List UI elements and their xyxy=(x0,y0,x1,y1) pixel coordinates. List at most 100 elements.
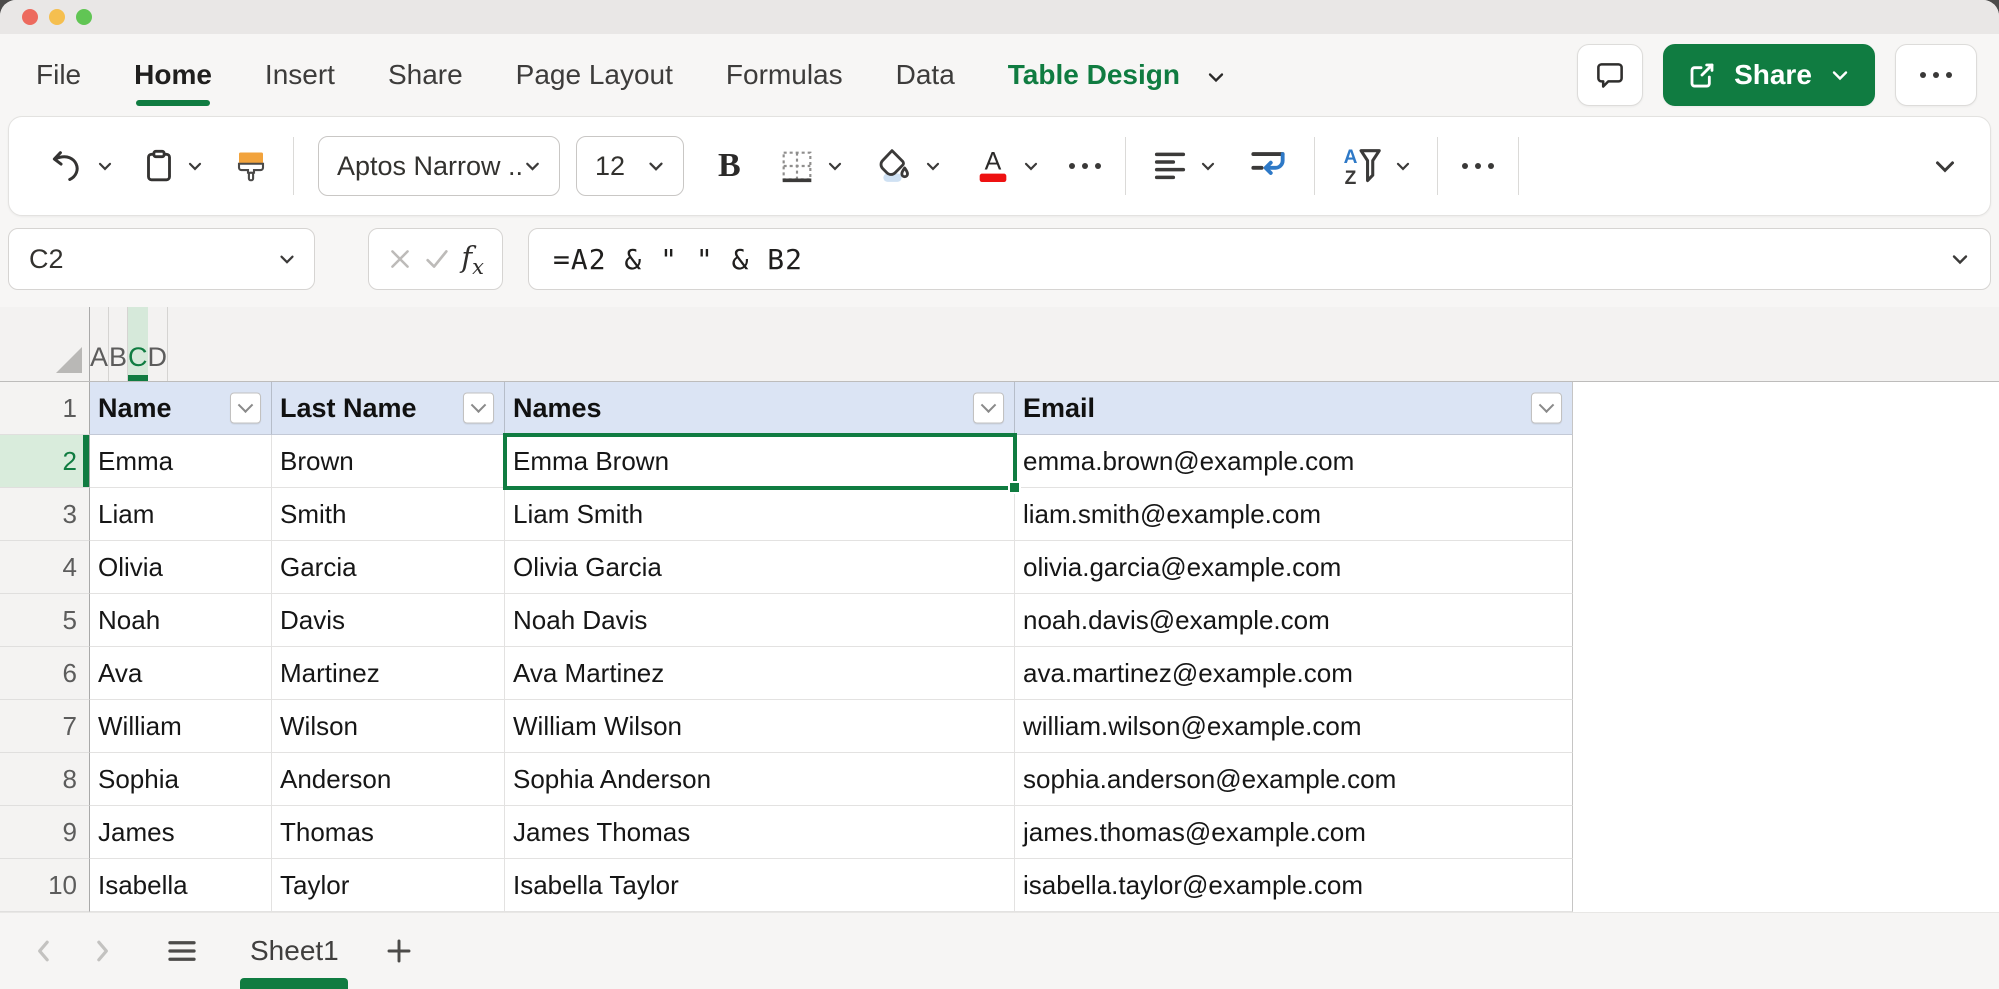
menu-tab-formulas[interactable]: Formulas xyxy=(726,53,843,97)
next-sheet-button[interactable] xyxy=(80,936,124,966)
empty-area[interactable] xyxy=(1573,806,1999,859)
close-window-button[interactable] xyxy=(22,9,38,25)
previous-sheet-button[interactable] xyxy=(22,936,66,966)
menu-tab-table-design[interactable]: Table Design xyxy=(1008,53,1228,97)
formula-input[interactable]: =A2 & " " & B2 xyxy=(528,228,1991,290)
row-header-7[interactable]: 7 xyxy=(0,700,90,753)
cell-C3[interactable]: Liam Smith xyxy=(505,488,1015,541)
cell-A10[interactable]: Isabella xyxy=(90,859,272,912)
row-header-6[interactable]: 6 xyxy=(0,647,90,700)
row-header-9[interactable]: 9 xyxy=(0,806,90,859)
cell-D5[interactable]: noah.davis@example.com xyxy=(1015,594,1573,647)
cell-D7[interactable]: william.wilson@example.com xyxy=(1015,700,1573,753)
cell-A8[interactable]: Sophia xyxy=(90,753,272,806)
confirm-icon[interactable] xyxy=(423,245,451,273)
cancel-icon[interactable] xyxy=(387,246,413,272)
cell-C5[interactable]: Noah Davis xyxy=(505,594,1015,647)
cell-B2[interactable]: Brown xyxy=(272,435,505,488)
ribbon-more-button[interactable] xyxy=(1462,163,1494,169)
row-header-3[interactable]: 3 xyxy=(0,488,90,541)
cell-B10[interactable]: Taylor xyxy=(272,859,505,912)
filter-button-A[interactable] xyxy=(230,393,261,424)
empty-area[interactable] xyxy=(1573,700,1999,753)
font-color-button[interactable]: A xyxy=(973,146,1041,186)
empty-area[interactable] xyxy=(1573,488,1999,541)
empty-area[interactable] xyxy=(1573,647,1999,700)
filter-button-C[interactable] xyxy=(973,393,1004,424)
sheet-tab-sheet1[interactable]: Sheet1 xyxy=(248,913,341,989)
row-header-8[interactable]: 8 xyxy=(0,753,90,806)
menu-tab-share[interactable]: Share xyxy=(388,53,463,97)
bold-button[interactable]: B xyxy=(718,147,741,185)
cell-B6[interactable]: Martinez xyxy=(272,647,505,700)
cell-A3[interactable]: Liam xyxy=(90,488,272,541)
filter-button-B[interactable] xyxy=(463,393,494,424)
borders-button[interactable] xyxy=(777,146,845,186)
row-header-4[interactable]: 4 xyxy=(0,541,90,594)
cell-A6[interactable]: Ava xyxy=(90,647,272,700)
cell-A9[interactable]: James xyxy=(90,806,272,859)
cell-B5[interactable]: Davis xyxy=(272,594,505,647)
cell-A7[interactable]: William xyxy=(90,700,272,753)
cell-D2[interactable]: emma.brown@example.com xyxy=(1015,435,1573,488)
menu-tab-insert[interactable]: Insert xyxy=(265,53,335,97)
cell-B9[interactable]: Thomas xyxy=(272,806,505,859)
cell-A1[interactable]: Name xyxy=(90,382,272,435)
paste-button[interactable] xyxy=(141,148,205,184)
column-header-D[interactable]: D xyxy=(148,307,169,381)
cell-C6[interactable]: Ava Martinez xyxy=(505,647,1015,700)
menu-tab-file[interactable]: File xyxy=(36,53,81,97)
empty-area[interactable] xyxy=(1573,541,1999,594)
sort-filter-button[interactable]: A Z xyxy=(1339,143,1413,189)
select-all-corner[interactable] xyxy=(0,307,90,381)
cell-C4[interactable]: Olivia Garcia xyxy=(505,541,1015,594)
cell-D4[interactable]: olivia.garcia@example.com xyxy=(1015,541,1573,594)
menu-tab-home[interactable]: Home xyxy=(134,53,212,97)
cell-C1[interactable]: Names xyxy=(505,382,1015,435)
cell-C10[interactable]: Isabella Taylor xyxy=(505,859,1015,912)
cell-B1[interactable]: Last Name xyxy=(272,382,505,435)
cell-C8[interactable]: Sophia Anderson xyxy=(505,753,1015,806)
column-header-A[interactable]: A xyxy=(90,307,109,381)
cell-A4[interactable]: Olivia xyxy=(90,541,272,594)
collapse-ribbon-button[interactable] xyxy=(1930,151,1960,181)
cell-B8[interactable]: Anderson xyxy=(272,753,505,806)
font-name-select[interactable]: Aptos Narrow ... xyxy=(318,136,560,196)
share-button[interactable]: Share xyxy=(1663,44,1875,106)
cell-D10[interactable]: isabella.taylor@example.com xyxy=(1015,859,1573,912)
wrap-text-button[interactable] xyxy=(1246,144,1290,188)
cell-D3[interactable]: liam.smith@example.com xyxy=(1015,488,1573,541)
cell-D8[interactable]: sophia.anderson@example.com xyxy=(1015,753,1573,806)
menu-tab-data[interactable]: Data xyxy=(896,53,955,97)
cell-A5[interactable]: Noah xyxy=(90,594,272,647)
empty-area[interactable] xyxy=(1573,435,1999,488)
row-header-10[interactable]: 10 xyxy=(0,859,90,912)
more-options-button[interactable] xyxy=(1895,44,1977,106)
cell-B3[interactable]: Smith xyxy=(272,488,505,541)
cell-C9[interactable]: James Thomas xyxy=(505,806,1015,859)
cell-D6[interactable]: ava.martinez@example.com xyxy=(1015,647,1573,700)
row-header-5[interactable]: 5 xyxy=(0,594,90,647)
row-header-2[interactable]: 2 xyxy=(0,435,90,488)
cell-C2[interactable]: Emma Brown xyxy=(505,435,1015,488)
font-more-options-button[interactable] xyxy=(1069,163,1101,169)
cell-D9[interactable]: james.thomas@example.com xyxy=(1015,806,1573,859)
zoom-window-button[interactable] xyxy=(76,9,92,25)
empty-area[interactable] xyxy=(1573,859,1999,912)
add-sheet-button[interactable] xyxy=(383,935,415,967)
column-header-C[interactable]: C xyxy=(128,307,148,381)
sheet-list-button[interactable] xyxy=(164,933,200,969)
name-box[interactable]: C2 xyxy=(8,228,315,290)
filter-button-D[interactable] xyxy=(1531,393,1562,424)
empty-area[interactable] xyxy=(1573,753,1999,806)
font-size-select[interactable]: 12 xyxy=(576,136,684,196)
cell-B7[interactable]: Wilson xyxy=(272,700,505,753)
empty-area[interactable] xyxy=(1573,382,1999,435)
menu-tab-page-layout[interactable]: Page Layout xyxy=(516,53,673,97)
row-header-1[interactable]: 1 xyxy=(0,382,90,435)
column-header-B[interactable]: B xyxy=(109,307,128,381)
empty-area[interactable] xyxy=(1573,594,1999,647)
cell-B4[interactable]: Garcia xyxy=(272,541,505,594)
cell-D1[interactable]: Email xyxy=(1015,382,1573,435)
comments-button[interactable] xyxy=(1577,44,1643,106)
